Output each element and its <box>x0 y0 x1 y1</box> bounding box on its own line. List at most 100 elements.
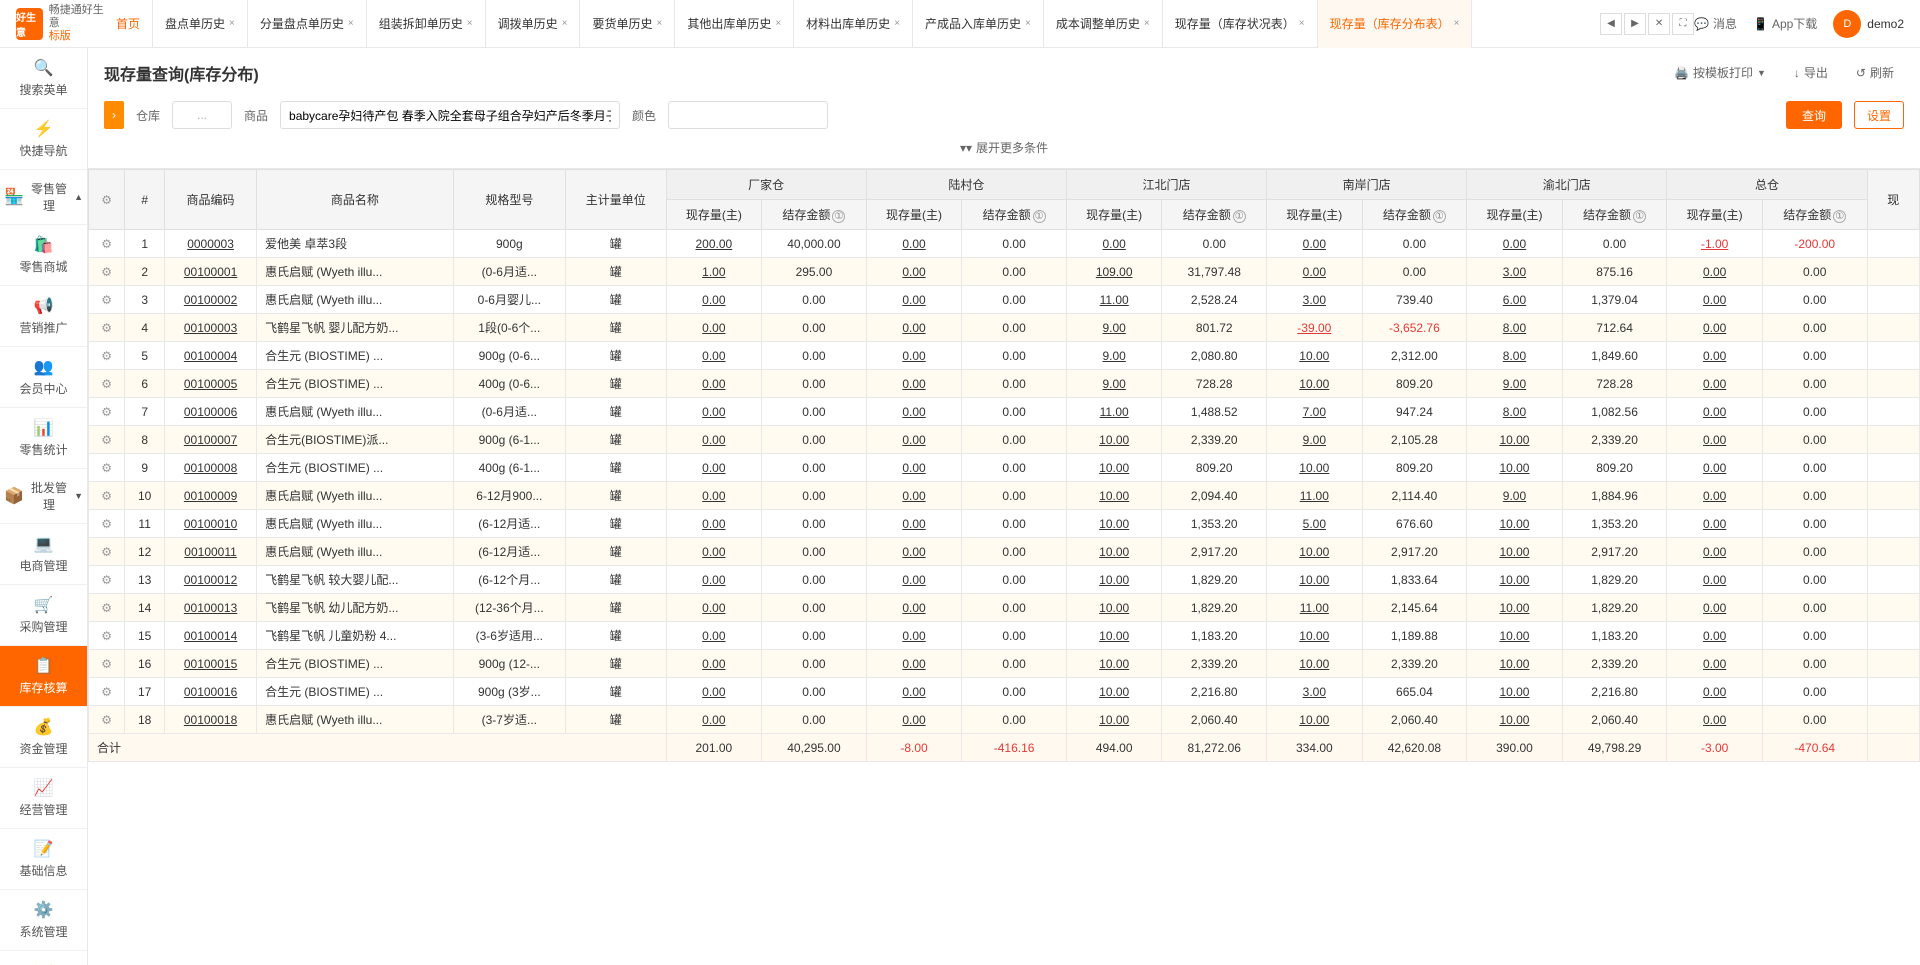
sidebar-item-basicinfo[interactable]: 📝 基础信息 <box>0 829 87 890</box>
tab-diaobodanls[interactable]: 调拨单历史 × <box>486 0 581 48</box>
tab-chengben[interactable]: 成本调整单历史 × <box>1044 0 1163 48</box>
message-btn[interactable]: 💬 消息 <box>1694 15 1737 32</box>
close-tab-icon[interactable]: × <box>229 18 235 29</box>
cell-jb-cur[interactable]: 109.00 <box>1066 258 1161 286</box>
cell-na-cur[interactable]: 10.00 <box>1267 706 1362 734</box>
cell-yb-cur[interactable]: 10.00 <box>1467 622 1562 650</box>
sidebar-item-system[interactable]: ⚙️ 系统管理 <box>0 890 87 951</box>
cell-jb-cur[interactable]: 11.00 <box>1066 398 1161 426</box>
sidebar-item-retail[interactable]: 🏪 零售管理 ▲ <box>0 170 87 225</box>
cell-code[interactable]: 00100007 <box>165 426 257 454</box>
cell-code[interactable]: 00100010 <box>165 510 257 538</box>
cell-zc-cur[interactable]: 0.00 <box>1667 314 1762 342</box>
print-btn[interactable]: 🖨️ 按模板打印 ▼ <box>1664 60 1776 85</box>
cell-jb-cur[interactable]: 10.00 <box>1066 678 1161 706</box>
close-tab-icon[interactable]: × <box>1299 18 1305 29</box>
product-input[interactable] <box>280 101 620 129</box>
expand-more[interactable]: ▾▾ 展开更多条件 <box>104 135 1904 160</box>
close-tab-icon[interactable]: × <box>562 18 568 29</box>
cell-code[interactable]: 00100018 <box>165 706 257 734</box>
cell-jb-cur[interactable]: 10.00 <box>1066 706 1161 734</box>
cell-na-cur[interactable]: 0.00 <box>1267 230 1362 258</box>
cell-code[interactable]: 00100014 <box>165 622 257 650</box>
cell-lc-cur[interactable]: 0.00 <box>866 426 961 454</box>
close-tab-icon[interactable]: × <box>1025 18 1031 29</box>
cell-cj-cur[interactable]: 0.00 <box>666 342 761 370</box>
cell-lc-cur[interactable]: 0.00 <box>866 342 961 370</box>
cell-lc-cur[interactable]: 0.00 <box>866 594 961 622</box>
cell-lc-cur[interactable]: 0.00 <box>866 538 961 566</box>
cell-lc-cur[interactable]: 0.00 <box>866 454 961 482</box>
cell-jb-cur[interactable]: 10.00 <box>1066 566 1161 594</box>
tab-fenliangpandian[interactable]: 分量盘点单历史 × <box>248 0 367 48</box>
cell-na-cur[interactable]: 9.00 <box>1267 426 1362 454</box>
nav-next-arrow[interactable]: ▶ <box>1624 13 1646 35</box>
cell-yb-cur[interactable]: 10.00 <box>1467 678 1562 706</box>
cell-na-cur[interactable]: 0.00 <box>1267 258 1362 286</box>
cell-lc-cur[interactable]: 0.00 <box>866 398 961 426</box>
cell-na-cur[interactable]: 3.00 <box>1267 286 1362 314</box>
cell-zc-cur[interactable]: 0.00 <box>1667 398 1762 426</box>
cell-zc-cur[interactable]: 0.00 <box>1667 510 1762 538</box>
cell-code[interactable]: 00100004 <box>165 342 257 370</box>
cell-zc-cur[interactable]: 0.00 <box>1667 650 1762 678</box>
info-icon[interactable]: ① <box>832 210 845 223</box>
cell-code[interactable]: 00100008 <box>165 454 257 482</box>
sidebar-item-purchase[interactable]: 🛒 采购管理 <box>0 585 87 646</box>
cell-lc-cur[interactable]: 0.00 <box>866 622 961 650</box>
cell-na-cur[interactable]: 10.00 <box>1267 342 1362 370</box>
cell-na-cur[interactable]: 11.00 <box>1267 482 1362 510</box>
sidebar-item-management[interactable]: 📈 经营管理 <box>0 768 87 829</box>
tab-chanpin[interactable]: 产成品入库单历史 × <box>913 0 1044 48</box>
info-icon[interactable]: ① <box>1633 210 1646 223</box>
refresh-btn[interactable]: ↺ 刷新 <box>1846 60 1904 85</box>
cell-yb-cur[interactable]: 3.00 <box>1467 258 1562 286</box>
cell-code[interactable]: 00100011 <box>165 538 257 566</box>
tab-zuzhuangchaijia[interactable]: 组装拆卸单历史 × <box>367 0 486 48</box>
info-icon[interactable]: ① <box>1833 210 1846 223</box>
tab-yaohuo[interactable]: 要货单历史 × <box>580 0 675 48</box>
close-tab-icon[interactable]: × <box>1144 18 1150 29</box>
cell-yb-cur[interactable]: 10.00 <box>1467 426 1562 454</box>
cell-zc-cur[interactable]: 0.00 <box>1667 566 1762 594</box>
cell-cj-cur[interactable]: 0.00 <box>666 650 761 678</box>
cell-lc-cur[interactable]: 0.00 <box>866 566 961 594</box>
cell-code[interactable]: 00100015 <box>165 650 257 678</box>
cell-zc-cur[interactable]: 0.00 <box>1667 706 1762 734</box>
tab-cailiaochuou[interactable]: 材料出库单历史 × <box>794 0 913 48</box>
cell-yb-cur[interactable]: 10.00 <box>1467 566 1562 594</box>
cell-cj-cur[interactable]: 0.00 <box>666 622 761 650</box>
cell-na-cur[interactable]: 10.00 <box>1267 650 1362 678</box>
cell-cj-cur[interactable]: 0.00 <box>666 426 761 454</box>
sidebar-item-inventory[interactable]: 📋 库存核算 <box>0 646 87 707</box>
cell-lc-cur[interactable]: 0.00 <box>866 258 961 286</box>
cell-lc-cur[interactable]: 0.00 <box>866 678 961 706</box>
cell-zc-cur[interactable]: 0.00 <box>1667 370 1762 398</box>
sidebar-item-marketing[interactable]: 📢 营销推广 <box>0 286 87 347</box>
tab-home[interactable]: 首页 <box>104 0 153 48</box>
cell-zc-cur[interactable]: 0.00 <box>1667 678 1762 706</box>
sidebar-item-quicknav[interactable]: ⚡ 快捷导航 <box>0 109 87 170</box>
cell-zc-cur[interactable]: 0.00 <box>1667 258 1762 286</box>
cell-na-cur[interactable]: -39.00 <box>1267 314 1362 342</box>
cell-jb-cur[interactable]: 10.00 <box>1066 594 1161 622</box>
cell-cj-cur[interactable]: 0.00 <box>666 566 761 594</box>
cell-yb-cur[interactable]: 8.00 <box>1467 342 1562 370</box>
close-tab-icon[interactable]: × <box>894 18 900 29</box>
cell-lc-cur[interactable]: 0.00 <box>866 314 961 342</box>
close-tab-icon[interactable]: × <box>1454 18 1460 29</box>
sidebar-item-search[interactable]: 🔍 搜索英单 <box>0 48 87 109</box>
cell-jb-cur[interactable]: 10.00 <box>1066 538 1161 566</box>
cell-zc-cur[interactable]: 0.00 <box>1667 342 1762 370</box>
cell-yb-cur[interactable]: 6.00 <box>1467 286 1562 314</box>
sidebar-item-mall[interactable]: 🛍️ 零售商城 <box>0 225 87 286</box>
export-btn[interactable]: ↓ 导出 <box>1784 60 1838 85</box>
app-download-btn[interactable]: 📱 App下载 <box>1753 15 1817 32</box>
sidebar-item-ecommerce[interactable]: 💻 电商管理 <box>0 524 87 585</box>
cell-cj-cur[interactable]: 0.00 <box>666 314 761 342</box>
cell-jb-cur[interactable]: 9.00 <box>1066 370 1161 398</box>
cell-cj-cur[interactable]: 200.00 <box>666 230 761 258</box>
cell-zc-cur[interactable]: 0.00 <box>1667 286 1762 314</box>
cell-na-cur[interactable]: 10.00 <box>1267 454 1362 482</box>
cell-yb-cur[interactable]: 8.00 <box>1467 314 1562 342</box>
